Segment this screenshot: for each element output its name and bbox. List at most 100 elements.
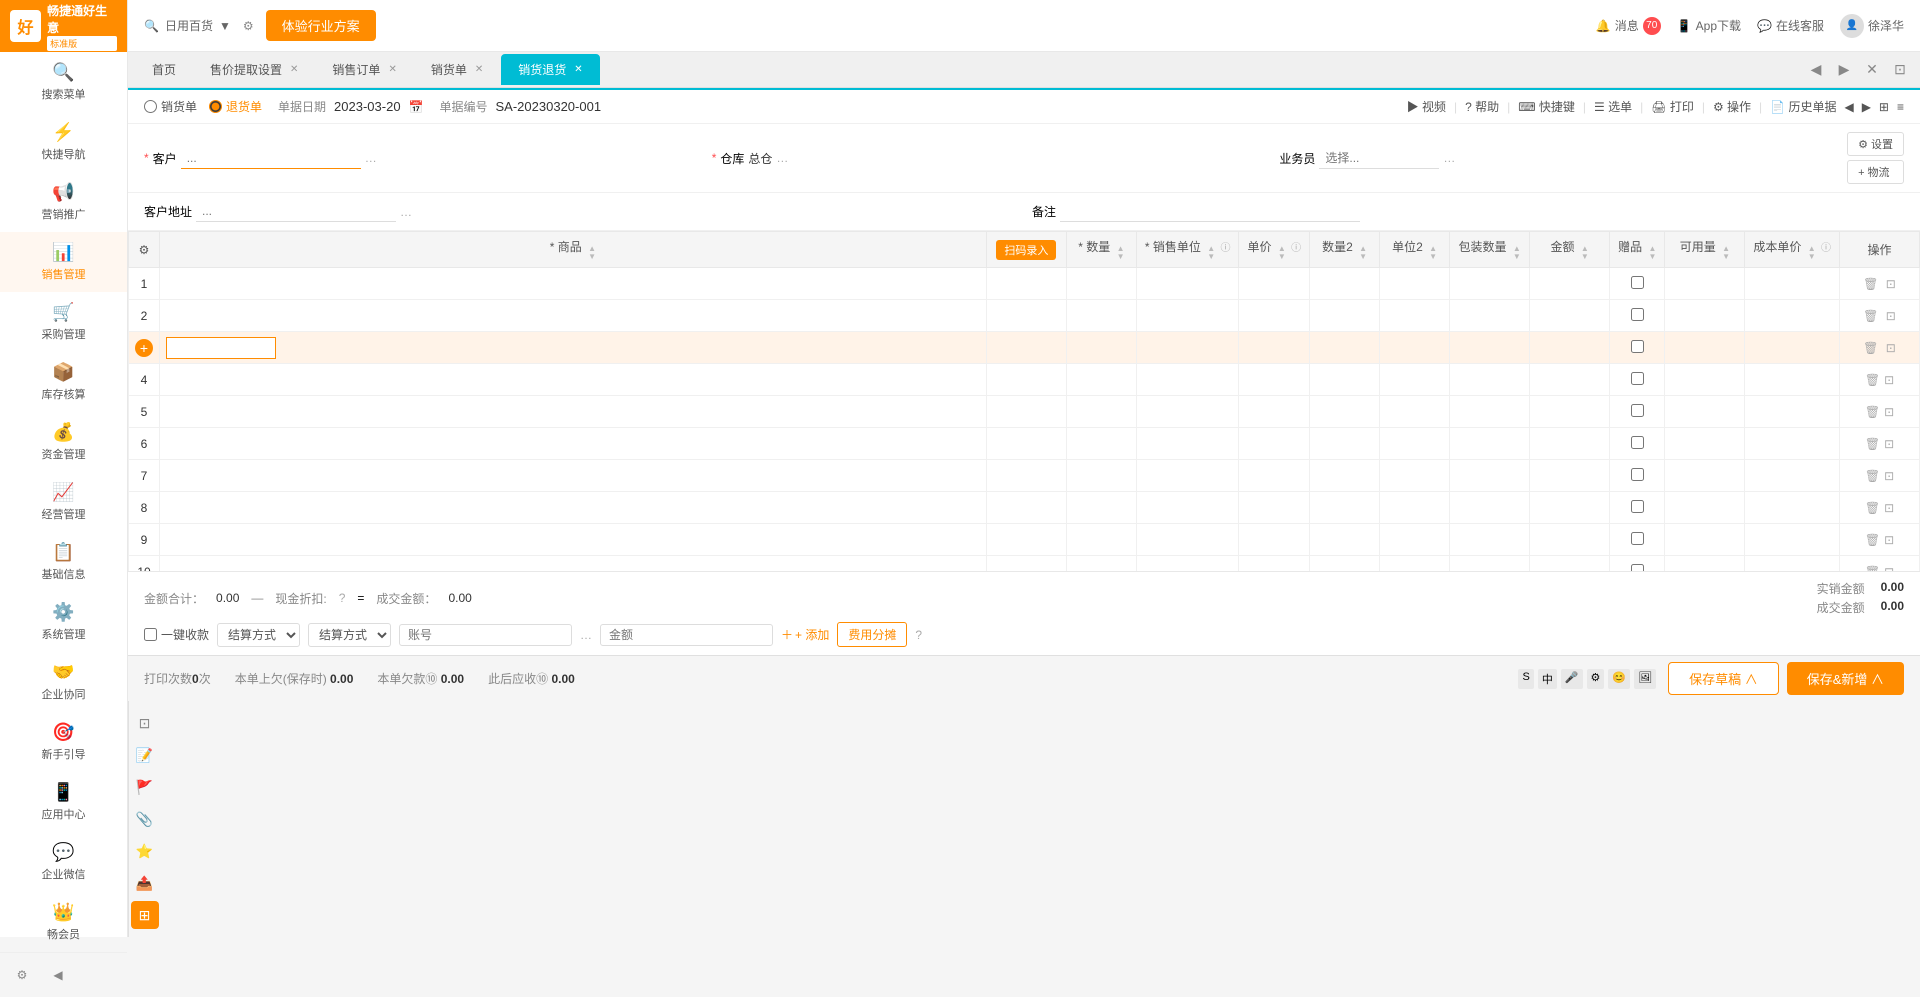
rs-expand-icon[interactable]: ⊡	[131, 709, 159, 737]
sidebar-item-member[interactable]: 👑 畅会员	[0, 892, 127, 952]
toolbar-help[interactable]: ? 帮助	[1465, 98, 1499, 115]
tab-prev-btn[interactable]: ◀	[1804, 58, 1828, 82]
calendar-icon[interactable]: 📅	[409, 100, 424, 114]
scan-btn[interactable]: 扫码录入	[996, 240, 1056, 260]
payment-help-icon[interactable]: ?	[915, 628, 922, 642]
tab-expand-btn[interactable]: ⊡	[1888, 58, 1912, 82]
copy-icon-3[interactable]: ⊡	[1886, 341, 1896, 355]
add-payment-btn[interactable]: ＋ + 添加	[781, 626, 829, 643]
delete-icon-2[interactable]: 🗑	[1863, 309, 1878, 323]
toolbar-shortcut[interactable]: ⌨ 快捷键	[1518, 98, 1575, 115]
sidebar-item-system[interactable]: ⚙️ 系统管理	[0, 592, 127, 652]
user-profile[interactable]: 👤 徐泽华	[1840, 14, 1904, 38]
account-input[interactable]	[399, 624, 572, 646]
cost-info-icon[interactable]: ⓘ	[1821, 243, 1831, 254]
toolbar-print[interactable]: 🖨 打印	[1651, 98, 1694, 115]
product-input-active[interactable]	[166, 337, 276, 359]
staff-input[interactable]	[1319, 148, 1439, 169]
tool-emoji[interactable]: 😊	[1608, 669, 1630, 689]
delete-icon-7[interactable]: 🗑	[1865, 469, 1880, 483]
unit-info-icon[interactable]: ⓘ	[1220, 243, 1230, 254]
tab-sales-delivery-close[interactable]: ✕	[475, 64, 483, 75]
qty-sort[interactable]: ▲▼	[1117, 245, 1125, 261]
address-input[interactable]	[196, 201, 396, 222]
delete-icon-4[interactable]: 🗑	[1865, 373, 1880, 387]
sidebar-item-sales[interactable]: 📊 销售管理	[0, 232, 127, 292]
sidebar-item-cooperation[interactable]: 🤝 企业协同	[0, 652, 127, 712]
product-sort[interactable]: ▲▼	[588, 245, 596, 261]
copy-icon-7[interactable]: ⊡	[1884, 469, 1894, 483]
toolbar-list-view[interactable]: ≡	[1897, 100, 1904, 114]
amount-input[interactable]	[600, 624, 773, 646]
delete-icon-5[interactable]: 🗑	[1865, 405, 1880, 419]
copy-icon-8[interactable]: ⊡	[1884, 501, 1894, 515]
add-row-btn[interactable]: +	[135, 339, 153, 357]
split-btn[interactable]: 费用分摊	[837, 622, 907, 647]
topbar-search[interactable]: 🔍 日用百货 ▼	[144, 17, 231, 34]
gift-checkbox-2[interactable]	[1631, 308, 1644, 321]
logistics-button[interactable]: + 物流	[1847, 160, 1904, 184]
sidebar-item-marketing[interactable]: 📢 营销推广	[0, 172, 127, 232]
radio-sale[interactable]: 销货单	[144, 98, 197, 115]
settle-method-select[interactable]: 结算方式	[217, 623, 300, 647]
sidebar-collapse-icon[interactable]: ◀	[44, 961, 72, 989]
customer-dots[interactable]: …	[365, 151, 377, 165]
sidebar-item-guide[interactable]: 🎯 新手引导	[0, 712, 127, 772]
gift-checkbox-1[interactable]	[1631, 276, 1644, 289]
tab-next-btn[interactable]: ▶	[1832, 58, 1856, 82]
gift-checkbox-10[interactable]	[1631, 564, 1644, 572]
sidebar-item-inventory[interactable]: 📦 库存核算	[0, 352, 127, 412]
notice-btn[interactable]: 🔔 消息 70	[1596, 17, 1661, 35]
delete-icon-6[interactable]: 🗑	[1865, 437, 1880, 451]
amount-sort[interactable]: ▲▼	[1581, 245, 1589, 261]
sidebar-item-finance[interactable]: 💰 资金管理	[0, 412, 127, 472]
sidebar-settings-icon[interactable]: ⚙	[8, 961, 36, 989]
sidebar-item-app[interactable]: 📱 应用中心	[0, 772, 127, 832]
tool-settings2[interactable]: ⚙	[1587, 669, 1605, 689]
copy-icon-9[interactable]: ⊡	[1884, 533, 1894, 547]
available-sort[interactable]: ▲▼	[1722, 245, 1730, 261]
toolbar-select[interactable]: ☰ 选单	[1594, 98, 1632, 115]
sidebar-item-operation[interactable]: 📈 经营管理	[0, 472, 127, 532]
unit2-sort[interactable]: ▲▼	[1429, 245, 1437, 261]
copy-icon-5[interactable]: ⊡	[1884, 405, 1894, 419]
toolbar-next[interactable]: ▶	[1862, 100, 1871, 114]
settings-button[interactable]: ⚙ 设置	[1847, 132, 1904, 156]
account-dots[interactable]: …	[580, 628, 592, 642]
rs-note-icon[interactable]: 📝	[131, 741, 159, 769]
tool-mic[interactable]: 🎤	[1561, 669, 1583, 689]
gift-checkbox-9[interactable]	[1631, 532, 1644, 545]
sidebar-item-shortcut[interactable]: ⚡ 快捷导航	[0, 112, 127, 172]
radio-sale-input[interactable]	[144, 100, 157, 113]
gift-sort[interactable]: ▲▼	[1648, 245, 1656, 261]
sidebar-item-purchase[interactable]: 🛒 采购管理	[0, 292, 127, 352]
toolbar-grid-view[interactable]: ⊞	[1879, 100, 1889, 114]
rs-active-btn[interactable]: ⊞	[131, 901, 159, 929]
calc-method-select[interactable]: 结算方式	[308, 623, 391, 647]
tab-sales-order-close[interactable]: ✕	[388, 64, 396, 75]
qty2-sort[interactable]: ▲▼	[1359, 245, 1367, 261]
gift-checkbox-3[interactable]	[1631, 340, 1644, 353]
save-new-btn[interactable]: 保存&新增 ∧	[1787, 662, 1904, 695]
address-dots[interactable]: …	[400, 205, 412, 219]
calc-help-icon[interactable]: ?	[339, 591, 346, 605]
settings-icon-topbar[interactable]: ⚙	[243, 19, 254, 33]
tab-sales-order[interactable]: 销售订单 ✕	[316, 55, 412, 84]
radio-return[interactable]: 退货单	[209, 98, 262, 115]
staff-dots[interactable]: …	[1443, 151, 1455, 165]
price-info-icon[interactable]: ⓘ	[1291, 243, 1301, 254]
tab-home[interactable]: 首页	[136, 55, 192, 84]
radio-return-input[interactable]	[209, 100, 222, 113]
unit-sort[interactable]: ▲▼	[1207, 245, 1215, 261]
toolbar-history[interactable]: 📄 历史单据	[1770, 98, 1836, 115]
toolbar-prev[interactable]: ◀	[1844, 100, 1853, 114]
tab-price-setting[interactable]: 售价提取设置 ✕	[194, 55, 314, 84]
gift-checkbox-5[interactable]	[1631, 404, 1644, 417]
gift-checkbox-7[interactable]	[1631, 468, 1644, 481]
cost-sort[interactable]: ▲▼	[1808, 245, 1816, 261]
tab-sales-return[interactable]: 销货退货 ✕	[501, 54, 599, 85]
rs-star-icon[interactable]: ⭐	[131, 837, 159, 865]
copy-icon-6[interactable]: ⊡	[1884, 437, 1894, 451]
warehouse-dots[interactable]: …	[776, 151, 788, 165]
remark-input[interactable]	[1060, 201, 1360, 222]
